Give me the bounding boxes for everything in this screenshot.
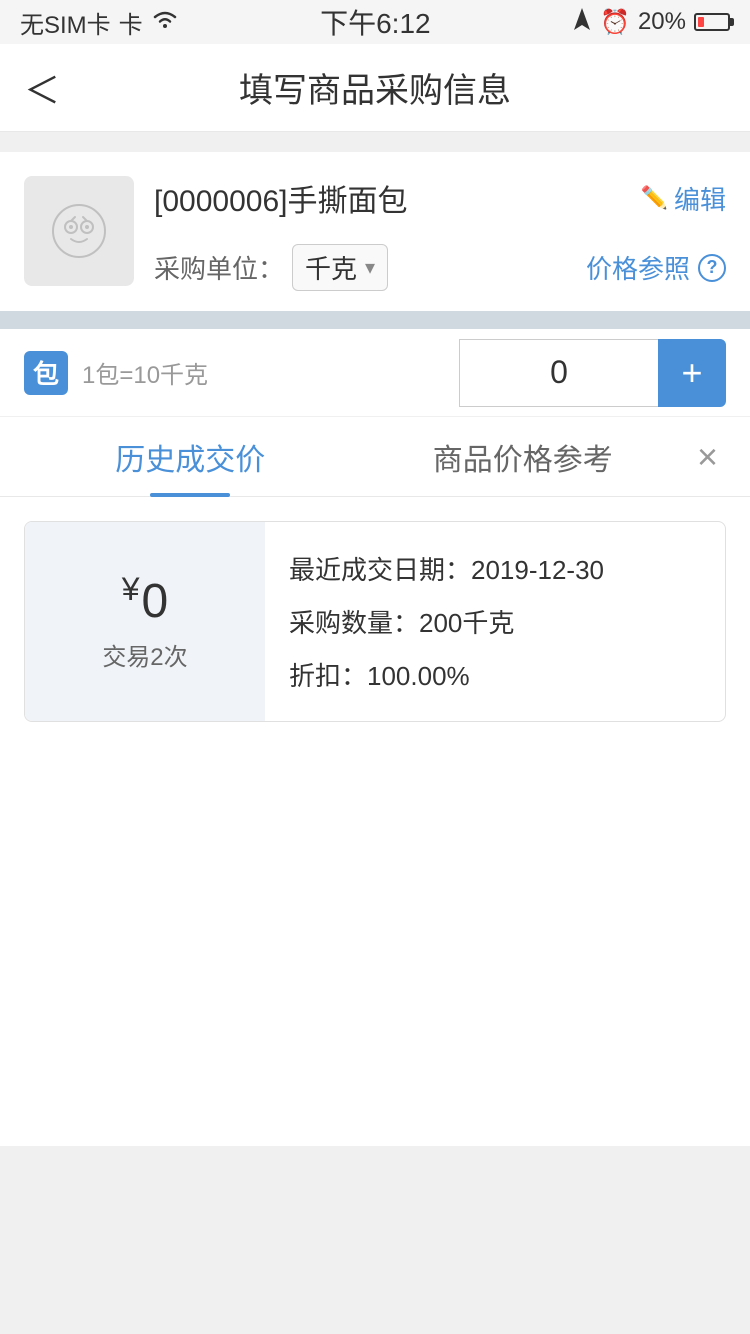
product-name: [0000006]手撕面包: [154, 176, 407, 220]
history-price-value: ¥0: [122, 571, 169, 629]
tab-active-indicator: [150, 493, 230, 497]
location-icon: [572, 6, 592, 39]
history-card: ¥0 交易2次 最近成交日期：2019-12-30 采购数量：200千克 折扣：…: [24, 521, 726, 722]
recent-date-value: 2019-12-30: [471, 555, 604, 585]
product-unit-row: 采购单位： 千克 ▾ 价格参照 ?: [154, 244, 726, 291]
alarm-icon: ⏰: [600, 8, 630, 37]
tab-history-price-label: 历史成交价: [115, 435, 265, 479]
qty-input-group: +: [459, 339, 726, 407]
unit-value: 千克: [305, 249, 357, 286]
quantity-input[interactable]: [459, 339, 659, 407]
back-button[interactable]: ＜: [24, 62, 60, 114]
discount-label: 折扣：: [289, 661, 367, 691]
chevron-down-icon: ▾: [365, 255, 375, 280]
purchase-qty-row: 采购数量：200千克: [289, 603, 701, 640]
battery-icon: [694, 13, 730, 31]
edit-icon: ✏️: [641, 185, 668, 211]
tab-price-reference[interactable]: 商品价格参考: [356, 417, 688, 497]
status-left: 无SIM卡 卡: [20, 5, 179, 40]
qty-unit-info: 包 1包=10千克: [24, 351, 208, 395]
recent-date-row: 最近成交日期：2019-12-30: [289, 550, 701, 587]
product-thumbnail: [24, 176, 134, 286]
recent-date-label: 最近成交日期：: [289, 555, 471, 585]
tabs-section: 历史成交价 商品价格参考 × ¥0 交易2次 最近成交日期：2019-12-30…: [0, 417, 750, 746]
currency-symbol: ¥: [122, 571, 140, 607]
history-list: ¥0 交易2次 最近成交日期：2019-12-30 采购数量：200千克 折扣：…: [0, 497, 750, 746]
status-right: ⏰ 20%: [572, 6, 730, 39]
unit-icon-badge: 包: [24, 351, 68, 395]
unit-label: 采购单位：: [154, 249, 284, 286]
purchase-qty-value: 200千克: [419, 608, 514, 638]
tab-history-price[interactable]: 历史成交价: [24, 417, 356, 497]
page-title: 填写商品采购信息: [239, 63, 511, 112]
history-times-label: 交易2次: [102, 637, 187, 672]
price-ref-label: 价格参照: [586, 249, 690, 286]
carrier-text: 无SIM卡: [20, 5, 111, 40]
product-card: [0000006]手撕面包 ✏️ 编辑 采购单位： 千克 ▾ 价格参照 ?: [0, 152, 750, 311]
edit-button[interactable]: ✏️ 编辑: [641, 180, 726, 217]
help-icon: ?: [698, 254, 726, 282]
price-number: 0: [142, 575, 169, 628]
unit-selector[interactable]: 千克 ▾: [292, 244, 388, 291]
purchase-qty-label: 采购数量：: [289, 608, 419, 638]
wifi-icon: [151, 8, 179, 37]
battery-percent: 20%: [638, 8, 686, 36]
tabs-header: 历史成交价 商品价格参考 ×: [0, 417, 750, 497]
discount-value: 100.00%: [367, 661, 470, 691]
unit-conversion-text: 1包=10千克: [82, 355, 208, 390]
product-info: [0000006]手撕面包 ✏️ 编辑 采购单位： 千克 ▾ 价格参照 ?: [154, 176, 726, 291]
history-card-detail-section: 最近成交日期：2019-12-30 采购数量：200千克 折扣：100.00%: [265, 522, 725, 721]
price-ref-button[interactable]: 价格参照 ?: [586, 249, 726, 286]
section-divider: [0, 311, 750, 329]
sim-card-icon: 卡: [119, 5, 143, 40]
edit-label: 编辑: [674, 180, 726, 217]
history-card-price-section: ¥0 交易2次: [25, 522, 265, 721]
tab-close-button[interactable]: ×: [689, 436, 726, 478]
discount-row: 折扣：100.00%: [289, 656, 701, 693]
quantity-row: 包 1包=10千克 +: [0, 329, 750, 417]
status-time: 下午6:12: [320, 2, 431, 42]
tab-price-reference-label: 商品价格参考: [433, 435, 613, 479]
quantity-plus-button[interactable]: +: [658, 339, 726, 407]
empty-content-area: [0, 746, 750, 1146]
nav-bar: ＜ 填写商品采购信息: [0, 44, 750, 132]
status-bar: 无SIM卡 卡 下午6:12 ⏰ 20%: [0, 0, 750, 44]
product-name-row: [0000006]手撕面包 ✏️ 编辑: [154, 176, 726, 220]
